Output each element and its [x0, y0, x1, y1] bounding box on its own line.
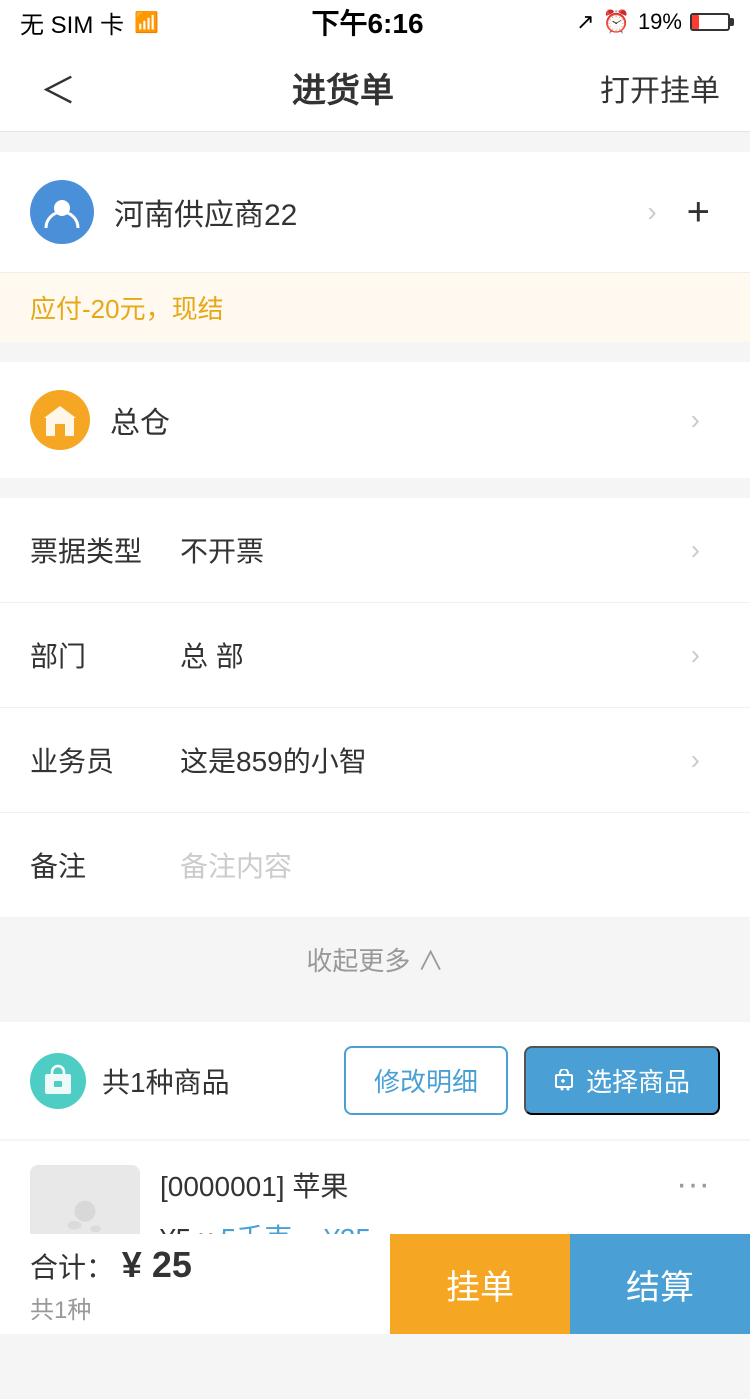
nav-bar: ＜ 进货单 打开挂单 — [0, 44, 750, 132]
supplier-section: 河南供应商22 › + 应付-20元，现结 — [0, 152, 750, 342]
back-button[interactable]: ＜ — [30, 52, 86, 124]
edit-detail-button[interactable]: 修改明细 — [344, 1046, 508, 1115]
open-pending-button[interactable]: 打开挂单 — [600, 66, 720, 110]
gap-2 — [0, 342, 750, 362]
supplier-name: 河南供应商22 — [114, 190, 647, 234]
form-section: 票据类型 不开票 › 部门 总 部 › 业务员 这是859的小智 › 备注 备注… — [0, 498, 750, 917]
invoice-label: 票据类型 — [30, 530, 170, 570]
product-header-icon — [30, 1053, 86, 1109]
hang-button[interactable]: 挂单 — [390, 1234, 570, 1334]
total-sub: 共1种 — [30, 1290, 360, 1325]
product-header: 共1种商品 修改明细 选择商品 — [0, 1022, 750, 1139]
warehouse-icon — [30, 390, 90, 450]
settle-button[interactable]: 结算 — [570, 1234, 750, 1334]
battery-icon — [690, 13, 730, 31]
add-supplier-button[interactable]: + — [677, 190, 720, 235]
gap-3 — [0, 478, 750, 498]
invoice-row[interactable]: 票据类型 不开票 › — [0, 498, 750, 603]
dept-row[interactable]: 部门 总 部 › — [0, 603, 750, 708]
status-right: ↗ ⏰ 19% — [576, 9, 730, 35]
salesman-chevron-icon: › — [691, 744, 700, 776]
salesman-row[interactable]: 业务员 这是859的小智 › — [0, 708, 750, 813]
gap-1 — [0, 132, 750, 152]
warehouse-chevron-icon: › — [691, 404, 700, 436]
dept-label: 部门 — [30, 635, 170, 675]
battery-percent: 19% — [638, 9, 682, 35]
salesman-label: 业务员 — [30, 740, 170, 780]
select-product-button[interactable]: 选择商品 — [524, 1046, 720, 1115]
alarm-icon: ⏰ — [603, 9, 630, 35]
supplier-row[interactable]: 河南供应商22 › + — [0, 152, 750, 273]
total-label: 合计： — [30, 1252, 114, 1283]
supplier-avatar — [30, 180, 94, 244]
product-title: 苹果 — [292, 1171, 348, 1202]
invoice-value: 不开票 — [170, 530, 691, 570]
footer-total: 合计： ¥ 25 共1种 — [0, 1234, 390, 1334]
supplier-chevron-icon: › — [647, 196, 656, 228]
status-time: 下午6:16 — [311, 2, 423, 42]
select-product-label: 选择商品 — [586, 1062, 690, 1099]
dept-value: 总 部 — [170, 635, 691, 675]
cart-icon — [554, 1069, 578, 1093]
product-name: [0000001] 苹果 — [160, 1165, 646, 1205]
warehouse-section: 总仓 › — [0, 362, 750, 478]
salesman-value: 这是859的小智 — [170, 740, 691, 780]
warehouse-row[interactable]: 总仓 › — [0, 362, 750, 478]
remark-row[interactable]: 备注 备注内容 — [0, 813, 750, 917]
dept-chevron-icon: › — [691, 639, 700, 671]
warehouse-name: 总仓 — [110, 398, 691, 442]
wifi-icon: 📶 — [134, 10, 159, 35]
location-icon: ↗ — [576, 9, 594, 35]
invoice-chevron-icon: › — [691, 534, 700, 566]
remark-placeholder: 备注内容 — [170, 845, 720, 885]
footer: 合计： ¥ 25 共1种 挂单 结算 — [0, 1234, 750, 1334]
product-more-button[interactable]: ··· — [666, 1165, 720, 1204]
product-count: 共1种商品 — [102, 1061, 344, 1101]
notice-bar: 应付-20元，现结 — [0, 273, 750, 342]
collapse-toggle[interactable]: 收起更多 ∧ — [0, 917, 750, 1002]
status-left: 无 SIM 卡 📶 — [20, 5, 159, 40]
total-top: 合计： ¥ 25 — [30, 1244, 360, 1286]
status-bar: 无 SIM 卡 📶 下午6:16 ↗ ⏰ 19% — [0, 0, 750, 44]
carrier-text: 无 SIM 卡 — [20, 5, 124, 40]
remark-label: 备注 — [30, 845, 170, 885]
gap-4 — [0, 1002, 750, 1022]
total-amount: ¥ 25 — [122, 1244, 192, 1285]
page-title: 进货单 — [292, 63, 394, 112]
notice-text: 应付-20元，现结 — [30, 294, 224, 324]
product-code: [0000001] — [160, 1171, 292, 1202]
